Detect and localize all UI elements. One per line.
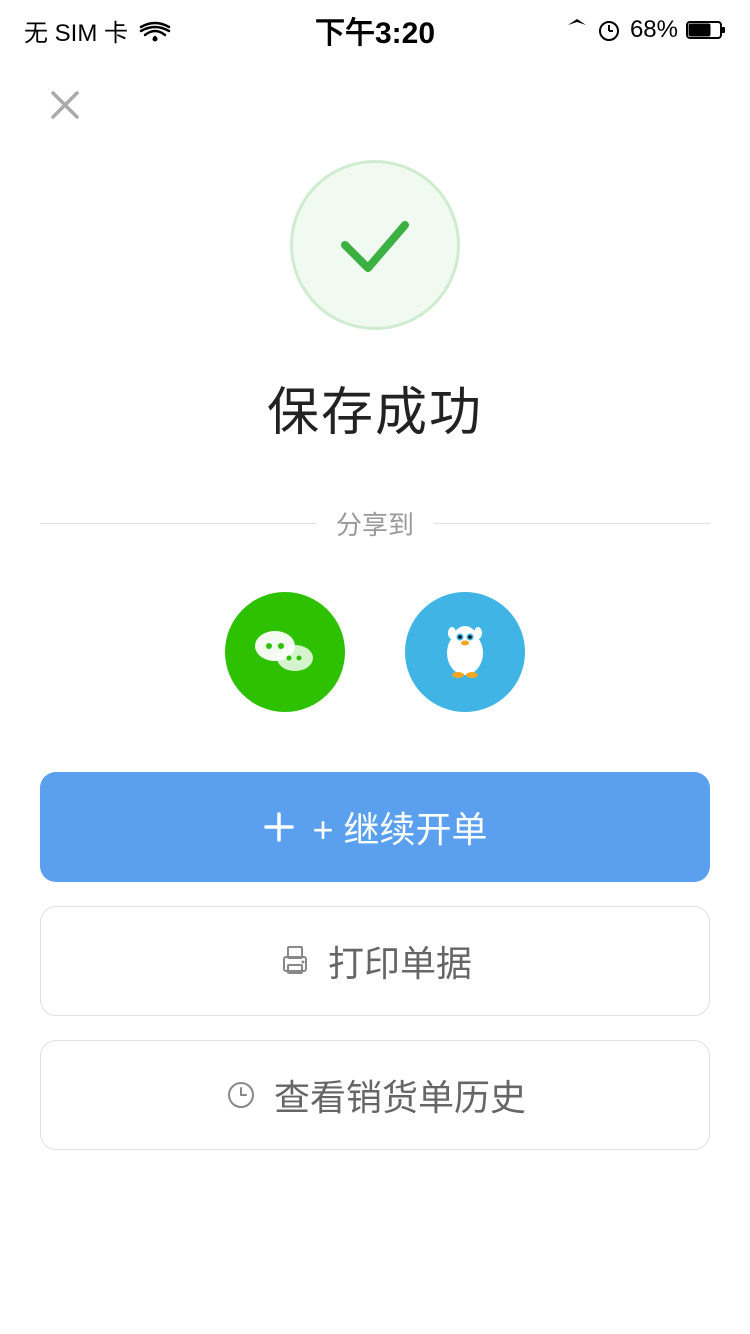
status-right: 68% <box>566 16 726 44</box>
close-button[interactable] <box>40 80 90 130</box>
share-icons-row <box>225 592 525 712</box>
no-sim-text: 无 SIM 卡 <box>24 13 128 48</box>
share-divider: 分享到 <box>40 505 710 542</box>
status-bar: 无 SIM 卡 下午3:20 68% <box>0 0 750 60</box>
history-button[interactable]: 查看销货单历史 <box>40 1040 710 1150</box>
alarm-icon <box>596 17 622 43</box>
action-buttons: + 继续开单 打印单据 查看销货单历史 <box>40 772 710 1150</box>
qq-share-button[interactable] <box>405 592 525 712</box>
continue-label: + 继续开单 <box>312 801 487 853</box>
share-label: 分享到 <box>336 505 414 542</box>
success-title: 保存成功 <box>267 370 483 445</box>
battery-icon <box>686 19 726 41</box>
checkmark-icon <box>330 200 420 290</box>
location-icon <box>566 17 588 43</box>
wechat-icon <box>249 616 321 688</box>
history-label: 查看销货单历史 <box>274 1069 526 1121</box>
success-icon-circle <box>290 160 460 330</box>
continue-button[interactable]: + 继续开单 <box>40 772 710 882</box>
plus-icon <box>262 810 296 844</box>
printer-icon <box>278 944 312 978</box>
battery-percent: 68% <box>630 16 678 44</box>
clock-icon <box>224 1078 258 1112</box>
wechat-share-button[interactable] <box>225 592 345 712</box>
print-label: 打印单据 <box>328 935 472 987</box>
wifi-icon <box>138 17 172 43</box>
time-display: 下午3:20 <box>315 8 435 52</box>
status-left: 无 SIM 卡 <box>24 13 172 48</box>
main-content: 保存成功 分享到 <box>0 60 750 1334</box>
qq-icon <box>430 617 500 687</box>
print-button[interactable]: 打印单据 <box>40 906 710 1016</box>
